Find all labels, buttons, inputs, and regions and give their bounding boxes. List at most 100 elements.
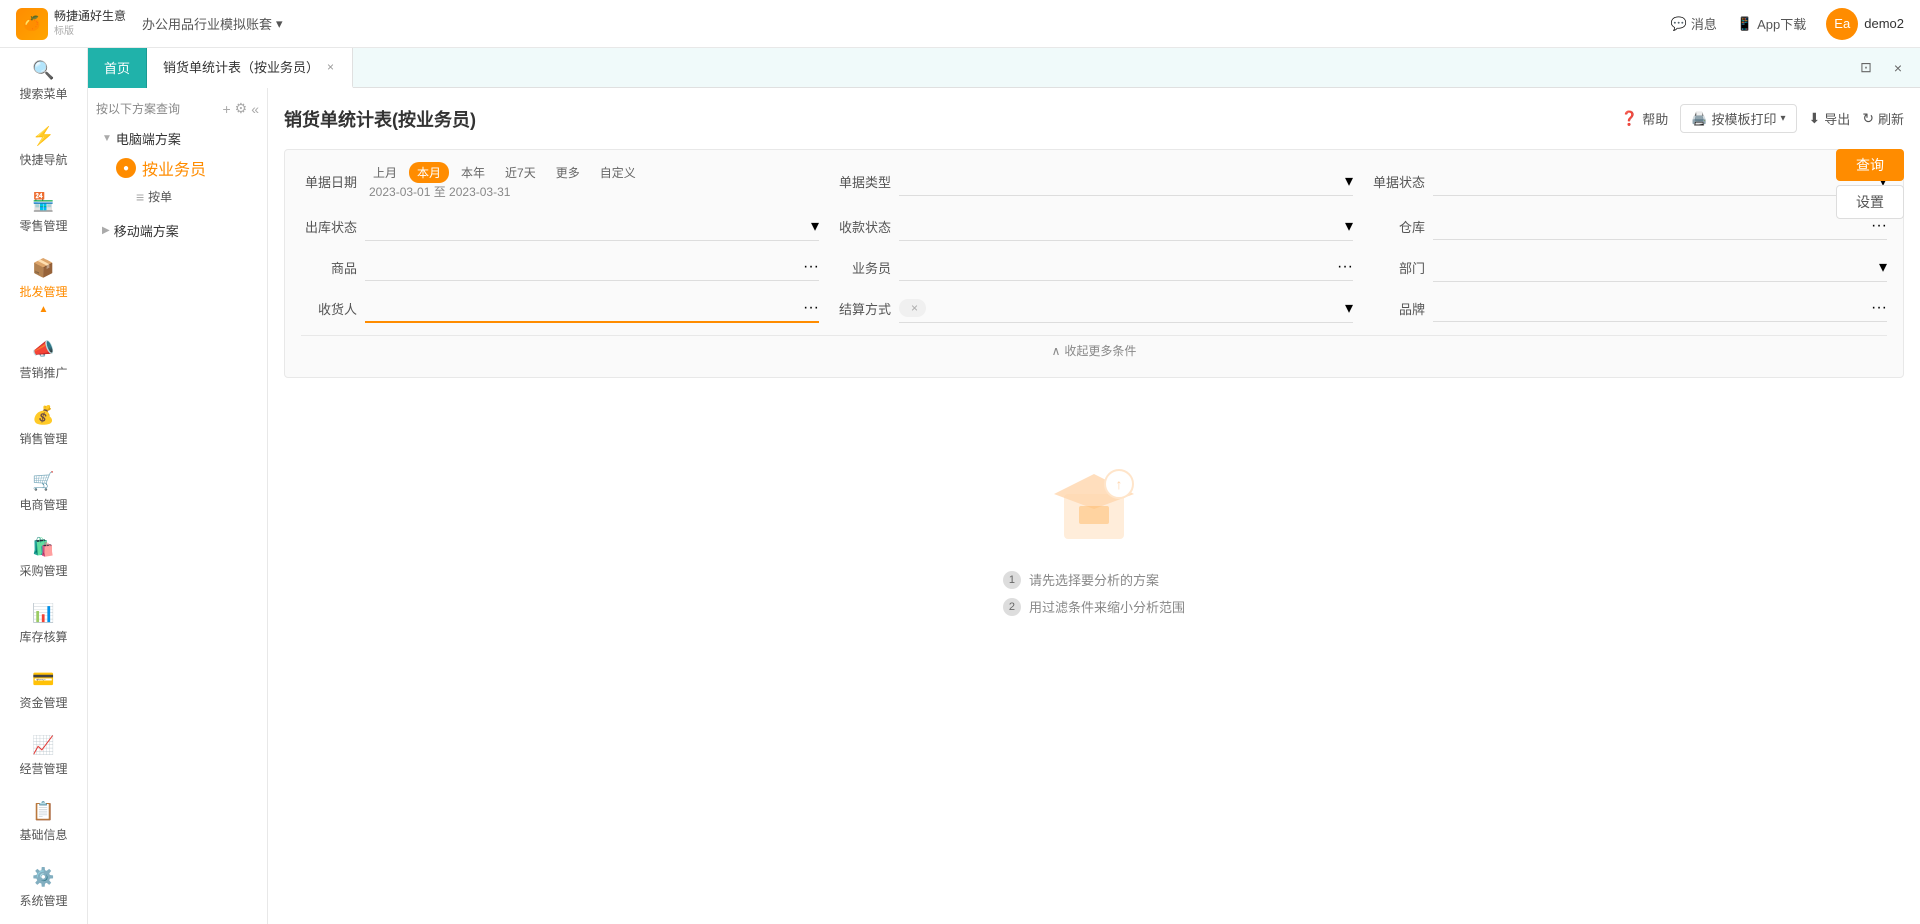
sidebar-item-quick-nav[interactable]: ⚡ 快捷导航 xyxy=(0,114,87,180)
settlement-clear-icon[interactable]: × xyxy=(911,301,918,315)
help-action[interactable]: ❓ 帮助 xyxy=(1621,109,1668,128)
restore-window-button[interactable]: ⊡ xyxy=(1852,54,1880,82)
tab-close-icon[interactable]: × xyxy=(325,58,336,76)
filter-date-item: 单据日期 上月 本月 本年 近7天 更多 自定义 xyxy=(301,162,819,200)
settlement-select[interactable]: × ▾ xyxy=(899,294,1353,323)
product-label: 商品 xyxy=(301,258,357,277)
panel-header: 按以下方案查询 + ⚙ « xyxy=(96,100,259,117)
export-action[interactable]: ⬇ 导出 xyxy=(1809,109,1851,128)
operations-icon: 📈 xyxy=(32,735,54,756)
tree-pc-section[interactable]: ▼ 电脑端方案 xyxy=(96,125,259,152)
expand-icon: ▲ xyxy=(39,304,49,315)
sidebar-item-basic[interactable]: 📋 基础信息 xyxy=(0,789,87,855)
payment-status-select[interactable]: ▾ xyxy=(899,212,1353,241)
settings-button[interactable]: 设置 xyxy=(1836,185,1904,219)
tab-current[interactable]: 销货单统计表（按业务员） × xyxy=(147,48,353,88)
filter-out-status-item: 出库状态 ▾ xyxy=(301,212,819,241)
tip-num-1: 1 xyxy=(1003,571,1021,589)
filter-salesperson-item: 业务员 ··· xyxy=(835,253,1353,282)
system-icon: ⚙️ xyxy=(32,867,54,888)
page-title-row: 销货单统计表(按业务员) ❓ 帮助 🖨️ 按模板打印 ▾ ⬇ xyxy=(284,104,1904,133)
date-tab-last-month[interactable]: 上月 xyxy=(365,162,405,183)
sidebar-item-wholesale[interactable]: 📦 批发管理 ▲ xyxy=(0,246,87,327)
filter-row-4: 收货人 ··· 结算方式 xyxy=(301,294,1887,323)
doc-status-select[interactable]: ▾ xyxy=(1433,167,1887,196)
date-tab-this-month[interactable]: 本月 xyxy=(409,162,449,183)
date-tabs: 上月 本月 本年 近7天 更多 自定义 xyxy=(365,162,819,183)
main-panel: 销货单统计表(按业务员) ❓ 帮助 🖨️ 按模板打印 ▾ ⬇ xyxy=(268,88,1920,924)
message-action[interactable]: 💬 消息 xyxy=(1671,14,1717,33)
active-scheme-icon: ● xyxy=(116,158,136,178)
consignee-select[interactable]: ··· xyxy=(365,295,819,323)
header-right: 💬 消息 📱 App下载 Ea demo2 xyxy=(1671,8,1904,40)
refresh-action[interactable]: ↻ 刷新 xyxy=(1862,109,1904,128)
consignee-label: 收货人 xyxy=(301,299,357,318)
empty-state: ↑ 1 请先选择要分析的方案 2 用过滤条件来缩小分析范围 xyxy=(284,394,1904,676)
sidebar-item-inventory[interactable]: 📊 库存核算 xyxy=(0,591,87,657)
filter-consignee-item: 收货人 ··· xyxy=(301,294,819,323)
filter-row-3: 商品 ··· 业务员 ··· xyxy=(301,253,1887,282)
doc-type-select[interactable]: ▾ xyxy=(899,167,1353,196)
sidebar-item-search[interactable]: 🔍 搜索菜单 xyxy=(0,48,87,114)
sidebar-item-finance[interactable]: 💳 资金管理 xyxy=(0,657,87,723)
doc-type-label: 单据类型 xyxy=(835,172,891,191)
brand-select[interactable]: ··· xyxy=(1433,295,1887,322)
tree-expand-arrow: ▼ xyxy=(102,133,112,144)
refresh-icon: ↻ xyxy=(1862,110,1874,127)
user-name[interactable]: demo2 xyxy=(1864,16,1904,31)
chevron-down-icon: ▾ xyxy=(276,16,283,32)
sidebar-item-marketing[interactable]: 📣 营销推广 xyxy=(0,327,87,393)
print-icon: 🖨️ xyxy=(1691,111,1707,127)
logo-area[interactable]: 🍊 畅捷通好生意 标版 xyxy=(16,8,126,40)
query-button[interactable]: 查询 xyxy=(1836,149,1904,181)
settings-scheme-icon[interactable]: ⚙ xyxy=(235,100,248,117)
product-dots[interactable]: ··· xyxy=(803,258,819,276)
tree-pc-sub-item[interactable]: ≡ 按单 xyxy=(96,184,259,209)
sidebar-item-sales[interactable]: 💰 销售管理 xyxy=(0,393,87,459)
product-select[interactable]: ··· xyxy=(365,254,819,281)
sidebar-item-ecommerce[interactable]: 🛒 电商管理 xyxy=(0,459,87,525)
salesperson-dots[interactable]: ··· xyxy=(1337,258,1353,276)
print-chevron-icon: ▾ xyxy=(1780,113,1785,124)
tree-pc-active-item[interactable]: ● 按业务员 xyxy=(96,152,259,184)
date-range-display: 2023-03-01 至 2023-03-31 xyxy=(369,183,819,200)
message-icon: 💬 xyxy=(1671,16,1687,32)
date-control: 上月 本月 本年 近7天 更多 自定义 2023-03-01 至 2023-03… xyxy=(365,162,819,200)
collapse-panel-icon[interactable]: « xyxy=(251,101,259,117)
sidebar-item-system[interactable]: ⚙️ 系统管理 xyxy=(0,855,87,921)
payment-status-label: 收款状态 xyxy=(835,217,891,236)
add-scheme-icon[interactable]: + xyxy=(222,101,230,117)
finance-icon: 💳 xyxy=(32,669,54,690)
app-download-action[interactable]: 📱 App下载 xyxy=(1737,14,1806,33)
salesperson-select[interactable]: ··· xyxy=(899,254,1353,281)
print-template-button[interactable]: 🖨️ 按模板打印 ▾ xyxy=(1680,104,1796,133)
purchase-icon: 🛍️ xyxy=(32,537,54,558)
date-tab-more[interactable]: 更多 xyxy=(548,162,588,183)
date-tab-this-year[interactable]: 本年 xyxy=(453,162,493,183)
sidebar-item-purchase[interactable]: 🛍️ 采购管理 xyxy=(0,525,87,591)
date-tab-7days[interactable]: 近7天 xyxy=(497,162,544,183)
tree-mobile-section[interactable]: ▶ 移动端方案 xyxy=(96,217,259,244)
department-select[interactable]: ▾ xyxy=(1433,253,1887,282)
filter-payment-status-item: 收款状态 ▾ xyxy=(835,212,1353,241)
top-header: 🍊 畅捷通好生意 标版 办公用品行业模拟账套 ▾ 💬 消息 📱 App下载 Ea… xyxy=(0,0,1920,48)
main-layout: 🔍 搜索菜单 ⚡ 快捷导航 🏪 零售管理 📦 批发管理 ▲ 📣 营销推广 💰 销… xyxy=(0,48,1920,924)
workspace-selector[interactable]: 办公用品行业模拟账套 ▾ xyxy=(134,10,291,37)
user-area[interactable]: Ea demo2 xyxy=(1826,8,1904,40)
department-label: 部门 xyxy=(1369,258,1425,277)
warehouse-select[interactable]: ··· xyxy=(1433,213,1887,240)
warehouse-dots[interactable]: ··· xyxy=(1871,217,1887,235)
collapse-filter-bar[interactable]: ∧ 收起更多条件 xyxy=(301,335,1887,365)
payment-status-chevron-icon: ▾ xyxy=(1345,216,1353,236)
filter-doc-type-item: 单据类型 ▾ xyxy=(835,162,1353,200)
out-status-select[interactable]: ▾ xyxy=(365,212,819,241)
date-tab-custom[interactable]: 自定义 xyxy=(592,162,644,183)
help-icon: ❓ xyxy=(1621,110,1638,127)
close-window-button[interactable]: × xyxy=(1884,54,1912,82)
brand-dots[interactable]: ··· xyxy=(1871,299,1887,317)
sidebar-item-retail[interactable]: 🏪 零售管理 xyxy=(0,180,87,246)
sidebar-item-operations[interactable]: 📈 经营管理 xyxy=(0,723,87,789)
logo-icon: 🍊 xyxy=(16,8,48,40)
tab-home[interactable]: 首页 xyxy=(88,48,147,88)
consignee-dots[interactable]: ··· xyxy=(803,299,819,317)
